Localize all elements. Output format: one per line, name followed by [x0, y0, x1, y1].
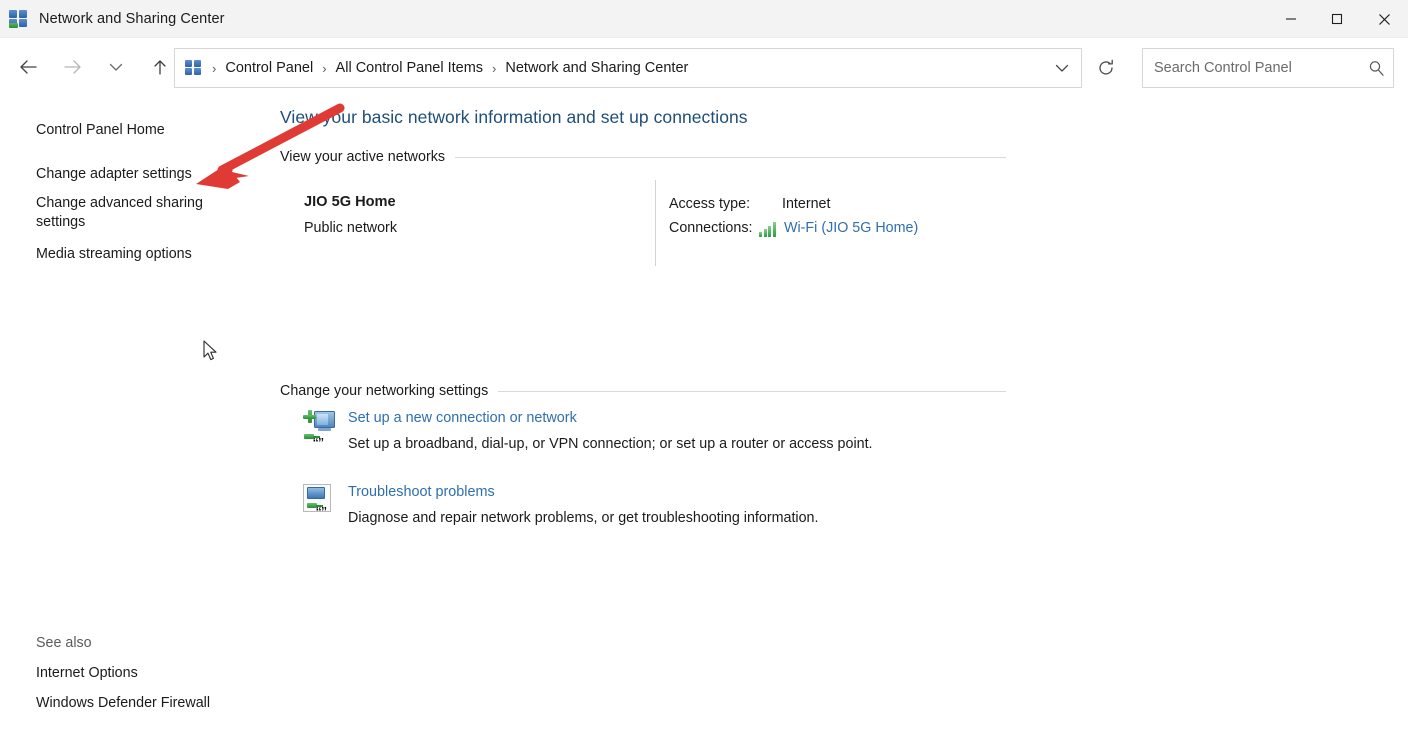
title-bar: Network and Sharing Center: [0, 0, 1408, 38]
section-label: Change your networking settings: [280, 383, 489, 399]
page-title: View your basic network information and …: [280, 107, 748, 127]
network-sharing-center-window: Network and Sharing Center › Control Pan…: [0, 0, 1408, 742]
wifi-signal-bars-icon: [759, 222, 778, 237]
sidebar-item-media-streaming-options[interactable]: Media streaming options: [36, 245, 246, 264]
refresh-icon[interactable]: [1086, 48, 1126, 88]
sidebar: Control Panel Home Change adapter settin…: [0, 96, 270, 742]
connections-value-link[interactable]: Wi-Fi (JIO 5G Home): [784, 220, 918, 236]
option-title-link[interactable]: Set up a new connection or network: [348, 410, 577, 426]
sidebar-item-windows-defender-firewall[interactable]: Windows Defender Firewall: [36, 695, 210, 711]
content-area: Control Panel Home Change adapter settin…: [0, 96, 1408, 742]
window-controls: [1268, 0, 1408, 38]
forward-arrow-icon[interactable]: [54, 49, 90, 85]
network-sharing-icon: [185, 59, 203, 77]
network-vertical-divider: [655, 180, 656, 266]
breadcrumb-separator: ›: [322, 60, 327, 76]
new-connection-icon: [303, 410, 335, 440]
access-type-label: Access type:: [669, 196, 751, 212]
minimize-button[interactable]: [1268, 0, 1314, 38]
network-sharing-icon: [8, 8, 30, 30]
chevron-down-icon[interactable]: [98, 49, 134, 85]
section-divider: [498, 390, 1006, 392]
sidebar-item-internet-options[interactable]: Internet Options: [36, 665, 138, 681]
section-label: View your active networks: [280, 149, 446, 165]
breadcrumb-separator: ›: [492, 60, 497, 76]
connections-label: Connections:: [669, 220, 753, 236]
breadcrumb-item-all-control-panel-items[interactable]: All Control Panel Items: [336, 60, 483, 76]
access-type-value: Internet: [782, 196, 831, 212]
section-header-networking-settings: Change your networking settings: [280, 383, 1006, 399]
close-button[interactable]: [1360, 0, 1408, 38]
window-title: Network and Sharing Center: [39, 10, 225, 27]
search-input[interactable]: [1152, 55, 1352, 81]
active-network-type: Public network: [304, 220, 397, 236]
breadcrumb-item-network-and-sharing-center[interactable]: Network and Sharing Center: [505, 60, 688, 76]
sidebar-item-control-panel-home[interactable]: Control Panel Home: [36, 121, 246, 140]
up-arrow-icon[interactable]: [142, 49, 178, 85]
sidebar-item-change-adapter-settings[interactable]: Change adapter settings: [36, 165, 246, 184]
section-header-active-networks: View your active networks: [280, 149, 1006, 165]
option-description: Set up a broadband, dial-up, or VPN conn…: [348, 436, 873, 452]
chevron-down-icon[interactable]: [1043, 49, 1081, 87]
main-pane: View your basic network information and …: [270, 96, 1408, 742]
option-title-link[interactable]: Troubleshoot problems: [348, 484, 495, 500]
maximize-button[interactable]: [1314, 0, 1360, 38]
active-network-name: JIO 5G Home: [304, 194, 396, 210]
breadcrumb-item-control-panel[interactable]: Control Panel: [225, 60, 313, 76]
back-arrow-icon[interactable]: [10, 49, 46, 85]
troubleshoot-icon: [303, 484, 335, 514]
see-also-label: See also: [36, 635, 92, 651]
search-icon[interactable]: [1359, 51, 1393, 85]
section-divider: [455, 156, 1006, 158]
option-description: Diagnose and repair network problems, or…: [348, 510, 819, 526]
search-box[interactable]: [1142, 48, 1394, 88]
address-bar[interactable]: › Control Panel › All Control Panel Item…: [174, 48, 1082, 88]
breadcrumb-separator: ›: [212, 60, 217, 76]
sidebar-item-change-advanced-sharing-settings[interactable]: Change advanced sharing settings: [36, 194, 246, 232]
